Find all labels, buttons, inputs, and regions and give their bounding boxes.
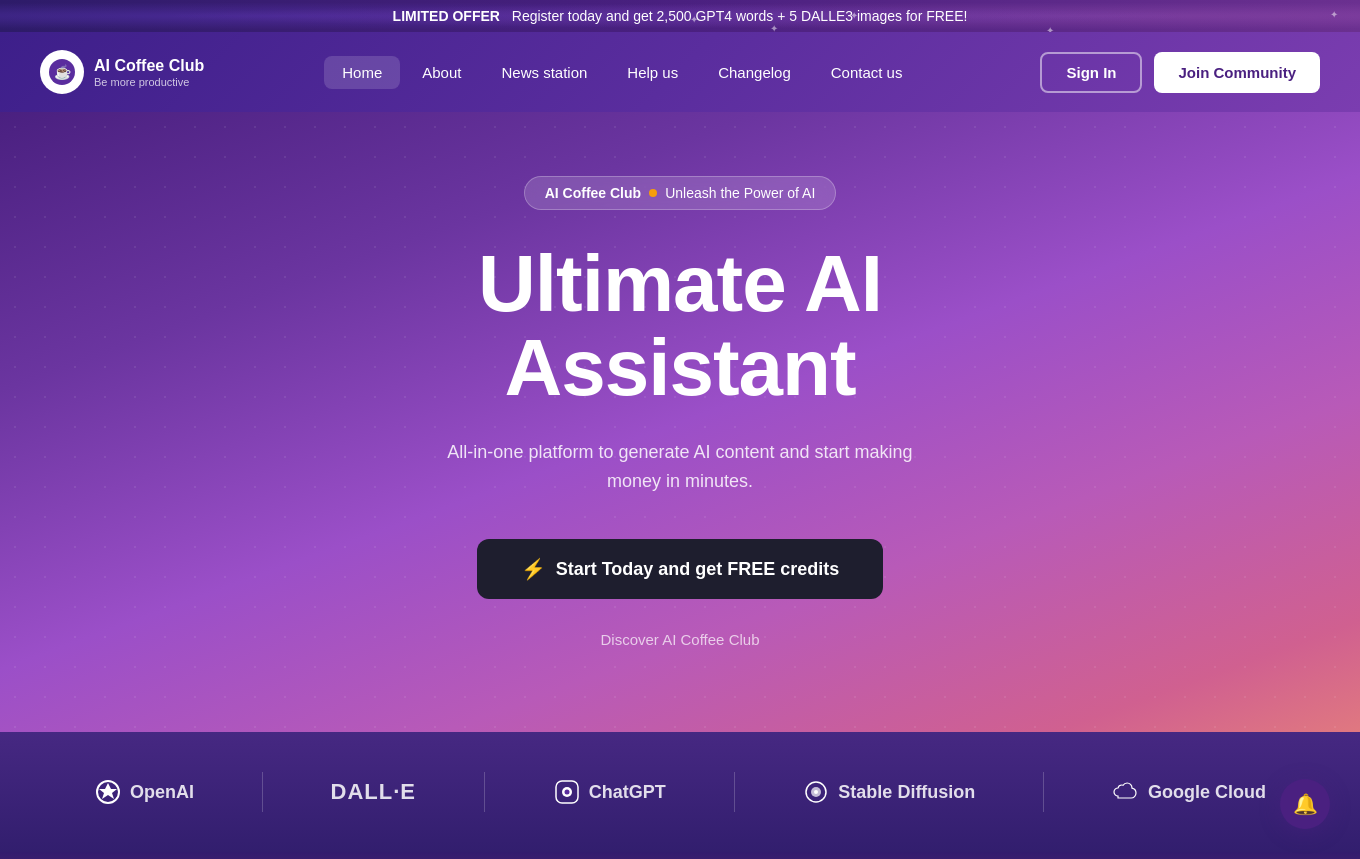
divider-4 — [1043, 772, 1044, 812]
dalle-label: DALL·E — [331, 779, 416, 805]
hero-subtitle: All-in-one platform to generate AI conte… — [420, 438, 940, 496]
nav-link-home[interactable]: Home — [324, 56, 400, 89]
nav-link-contact-us[interactable]: Contact us — [813, 56, 921, 89]
badge-dot — [649, 189, 657, 197]
logo-title: AI Coffee Club — [94, 56, 204, 75]
partner-chatgpt: ChatGPT — [553, 778, 666, 806]
chatgpt-label: ChatGPT — [589, 782, 666, 803]
openai-icon — [94, 778, 122, 806]
lightning-icon: ⚡ — [521, 557, 546, 581]
google-cloud-label: Google Cloud — [1148, 782, 1266, 803]
logo-text: AI Coffee Club Be more productive — [94, 56, 204, 87]
bottom-wave — [0, 852, 1360, 859]
promo-banner: ✦ ✦ ✦ ✦ ✦ ✦ ✦ ✦ ✦ ✦ LIMITED OFFER Regist… — [0, 0, 1360, 32]
openai-label: OpenAI — [130, 782, 194, 803]
signin-button[interactable]: Sign In — [1040, 52, 1142, 93]
stable-diffusion-icon — [802, 778, 830, 806]
logo[interactable]: ☕ AI Coffee Club Be more productive — [40, 50, 204, 94]
stable-diffusion-label: Stable Diffusion — [838, 782, 975, 803]
svg-point-8 — [814, 790, 818, 794]
notification-button[interactable]: 🔔 — [1280, 779, 1330, 829]
hero-badge: AI Coffee Club Unleash the Power of AI — [524, 176, 837, 210]
cta-button[interactable]: ⚡ Start Today and get FREE credits — [477, 539, 884, 599]
nav-link-changelog[interactable]: Changelog — [700, 56, 809, 89]
offer-text: Register today and get 2,500 GPT4 words … — [512, 8, 968, 24]
divider-1 — [262, 772, 263, 812]
divider-2 — [484, 772, 485, 812]
chatgpt-icon — [553, 778, 581, 806]
bell-icon: 🔔 — [1293, 792, 1318, 816]
badge-tagline: Unleash the Power of AI — [665, 185, 815, 201]
partners-section: OpenAI DALL·E ChatGPT — [0, 732, 1360, 859]
partner-google-cloud: Google Cloud — [1112, 778, 1266, 806]
hero-title: Ultimate AI Assistant — [478, 242, 882, 410]
nav-links: Home About News station Help us Changelo… — [324, 56, 920, 89]
nav-link-help-us[interactable]: Help us — [609, 56, 696, 89]
svg-text:☕: ☕ — [54, 64, 72, 81]
google-cloud-icon — [1112, 778, 1140, 806]
cta-label: Start Today and get FREE credits — [556, 559, 840, 580]
discover-link[interactable]: Discover AI Coffee Club — [601, 631, 760, 648]
badge-brand: AI Coffee Club — [545, 185, 641, 201]
hero-section: AI Coffee Club Unleash the Power of AI U… — [0, 112, 1360, 732]
nav-actions: Sign In Join Community — [1040, 52, 1320, 93]
logo-subtitle: Be more productive — [94, 76, 204, 88]
nav-link-news-station[interactable]: News station — [483, 56, 605, 89]
logo-icon: ☕ — [40, 50, 84, 94]
partner-dalle: DALL·E — [331, 779, 416, 805]
hero-title-line1: Ultimate AI — [478, 239, 882, 328]
partner-stable-diffusion: Stable Diffusion — [802, 778, 975, 806]
divider-3 — [734, 772, 735, 812]
partners-strip: OpenAI DALL·E ChatGPT — [0, 732, 1360, 852]
partner-openai: OpenAI — [94, 778, 194, 806]
limited-offer-label: LIMITED OFFER — [393, 8, 500, 24]
join-community-button[interactable]: Join Community — [1154, 52, 1320, 93]
hero-title-line2: Assistant — [504, 323, 855, 412]
navbar: ☕ AI Coffee Club Be more productive Home… — [0, 32, 1360, 112]
nav-link-about[interactable]: About — [404, 56, 479, 89]
svg-point-5 — [564, 790, 569, 795]
